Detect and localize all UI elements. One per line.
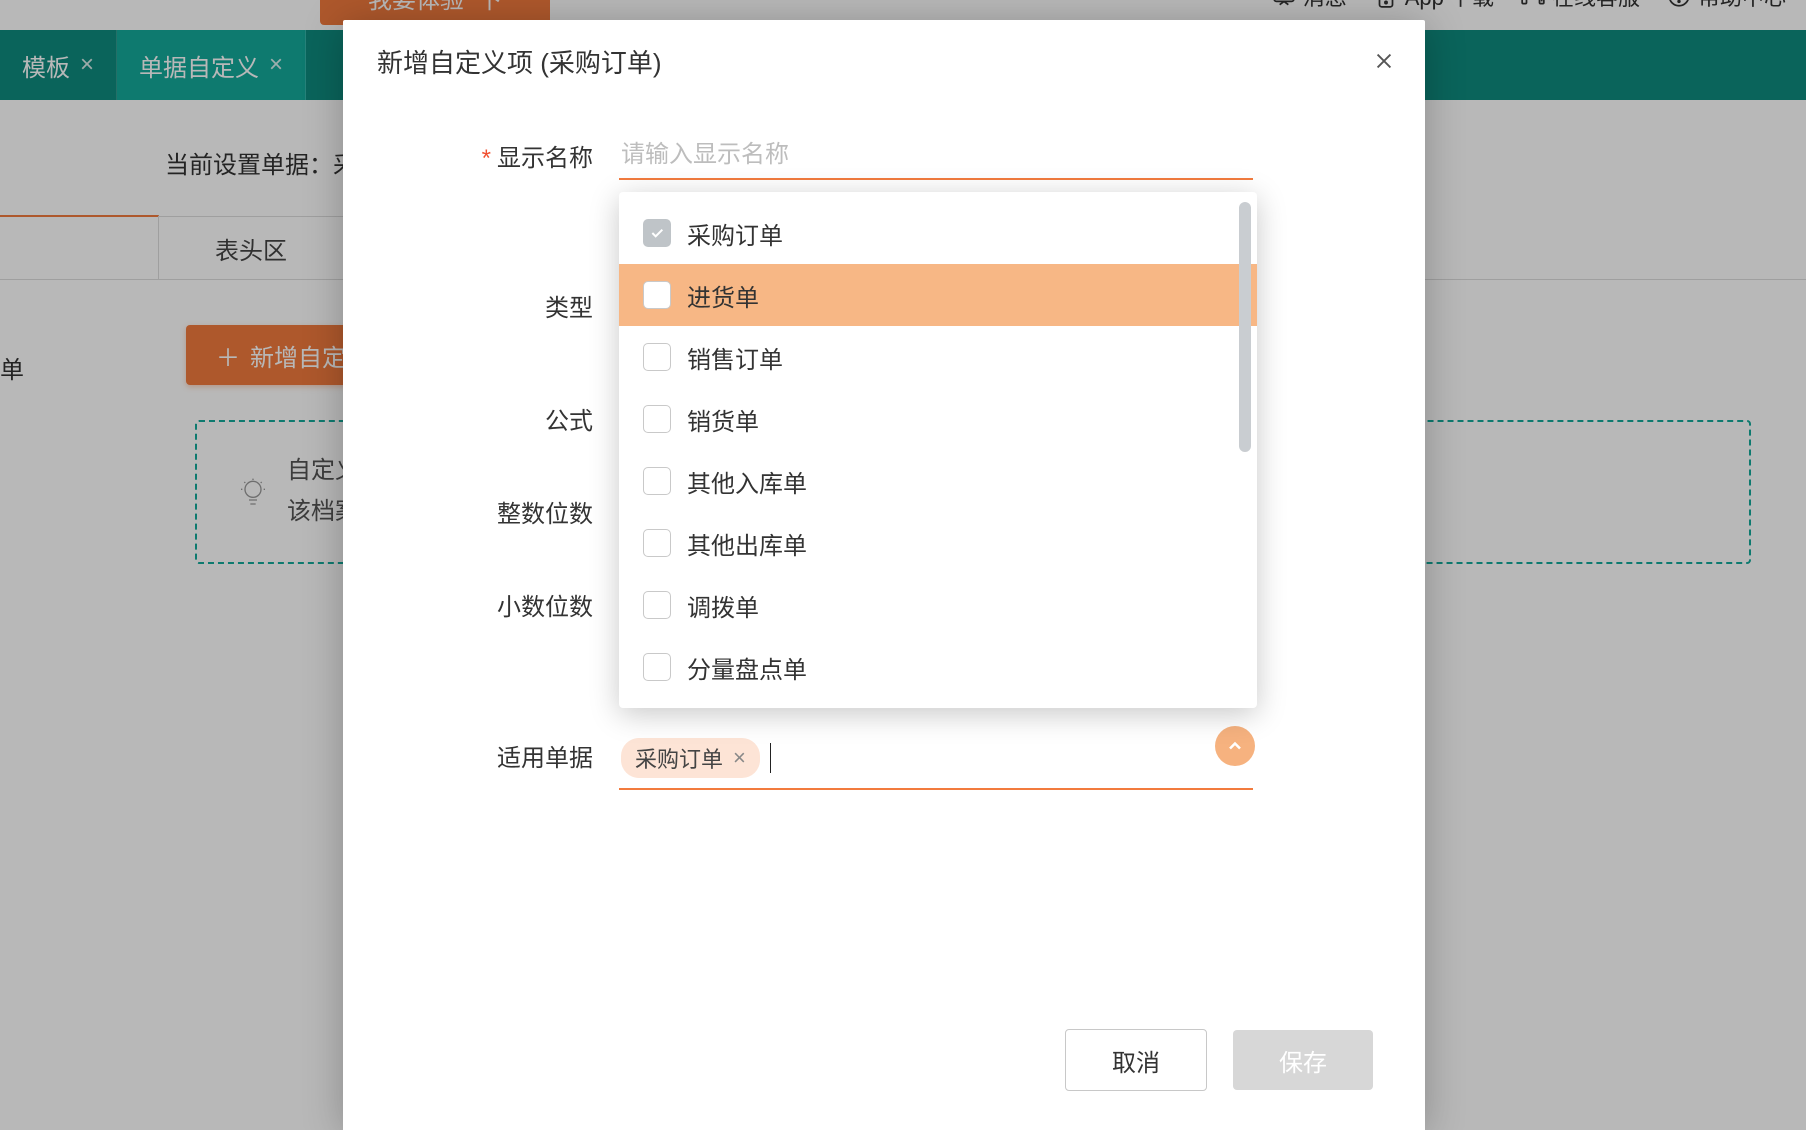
dropdown-option[interactable]: 进货单 [619,264,1257,326]
add-custom-field-modal: 新增自定义项 (采购订单) *显示名称 请输入显示名称 采购订单进货单销售订单销… [343,20,1425,1130]
dropdown-option-label: 采购订单 [687,216,783,251]
dropdown-option-label: 销货单 [687,402,759,437]
dropdown-scrollbar[interactable] [1239,202,1251,452]
dropdown-option-label: 调拨单 [687,588,759,623]
dropdown-option[interactable]: 销货单 [619,388,1257,450]
modal-close-button[interactable] [1369,46,1399,76]
checkbox-icon[interactable] [643,653,671,681]
dropdown-option[interactable]: 销售订单 [619,326,1257,388]
label-formula: 公式 [443,395,593,436]
dropdown-option-label: 销售订单 [687,340,783,375]
display-name-input[interactable] [619,132,1253,180]
checkbox-icon[interactable] [643,591,671,619]
dropdown-option[interactable]: 其他出库单 [619,512,1257,574]
text-cursor [770,743,771,773]
modal-body: *显示名称 请输入显示名称 采购订单进货单销售订单销货单其他入库单其他出库单调拨… [343,102,1425,990]
checkbox-icon[interactable] [643,529,671,557]
checkbox-icon[interactable] [643,219,671,247]
label-int-digits: 整数位数 [443,488,593,529]
modal-title: 新增自定义项 (采购订单) [377,43,662,80]
label-dec-digits: 小数位数 [443,581,593,622]
cancel-button[interactable]: 取消 [1065,1029,1207,1091]
save-label: 保存 [1279,1043,1327,1078]
tag-label: 采购订单 [635,742,723,774]
dropdown-option[interactable]: 分量盘点单 [619,636,1257,698]
row-display-name: *显示名称 请输入显示名称 采购订单进货单销售订单销货单其他入库单其他出库单调拨… [443,132,1365,222]
label-display-name: *显示名称 [443,132,593,173]
checkbox-icon[interactable] [643,343,671,371]
field-display-name: 请输入显示名称 采购订单进货单销售订单销货单其他入库单其他出库单调拨单分量盘点单 [619,132,1365,222]
dropdown-option-label: 其他入库单 [687,464,807,499]
applicable-doc-tag: 采购订单 × [621,738,760,778]
dropdown-option[interactable]: 其他入库单 [619,450,1257,512]
label-type: 类型 [443,282,593,323]
applicable-doc-field[interactable]: 采购订单 × [619,732,1253,790]
save-button[interactable]: 保存 [1233,1030,1373,1090]
dropdown-option[interactable]: 采购订单 [619,202,1257,264]
cancel-label: 取消 [1112,1043,1160,1078]
dropdown-option-label: 分量盘点单 [687,650,807,685]
modal-footer: 取消 保存 [343,990,1425,1130]
collapse-dropdown-button[interactable] [1215,726,1255,766]
dropdown-option-label: 进货单 [687,278,759,313]
applicable-doc-dropdown[interactable]: 采购订单进货单销售订单销货单其他入库单其他出库单调拨单分量盘点单 [619,192,1257,708]
checkbox-icon[interactable] [643,281,671,309]
checkbox-icon[interactable] [643,405,671,433]
required-asterisk: * [482,145,491,172]
modal-header: 新增自定义项 (采购订单) [343,20,1425,102]
label-text: 显示名称 [497,145,593,172]
row-applicable-doc: 适用单据 采购订单 × [443,732,1365,790]
remove-tag-icon[interactable]: × [733,745,746,771]
checkbox-icon[interactable] [643,467,671,495]
dropdown-option-label: 其他出库单 [687,526,807,561]
label-applicable-doc: 适用单据 [443,732,593,773]
dropdown-option[interactable]: 调拨单 [619,574,1257,636]
